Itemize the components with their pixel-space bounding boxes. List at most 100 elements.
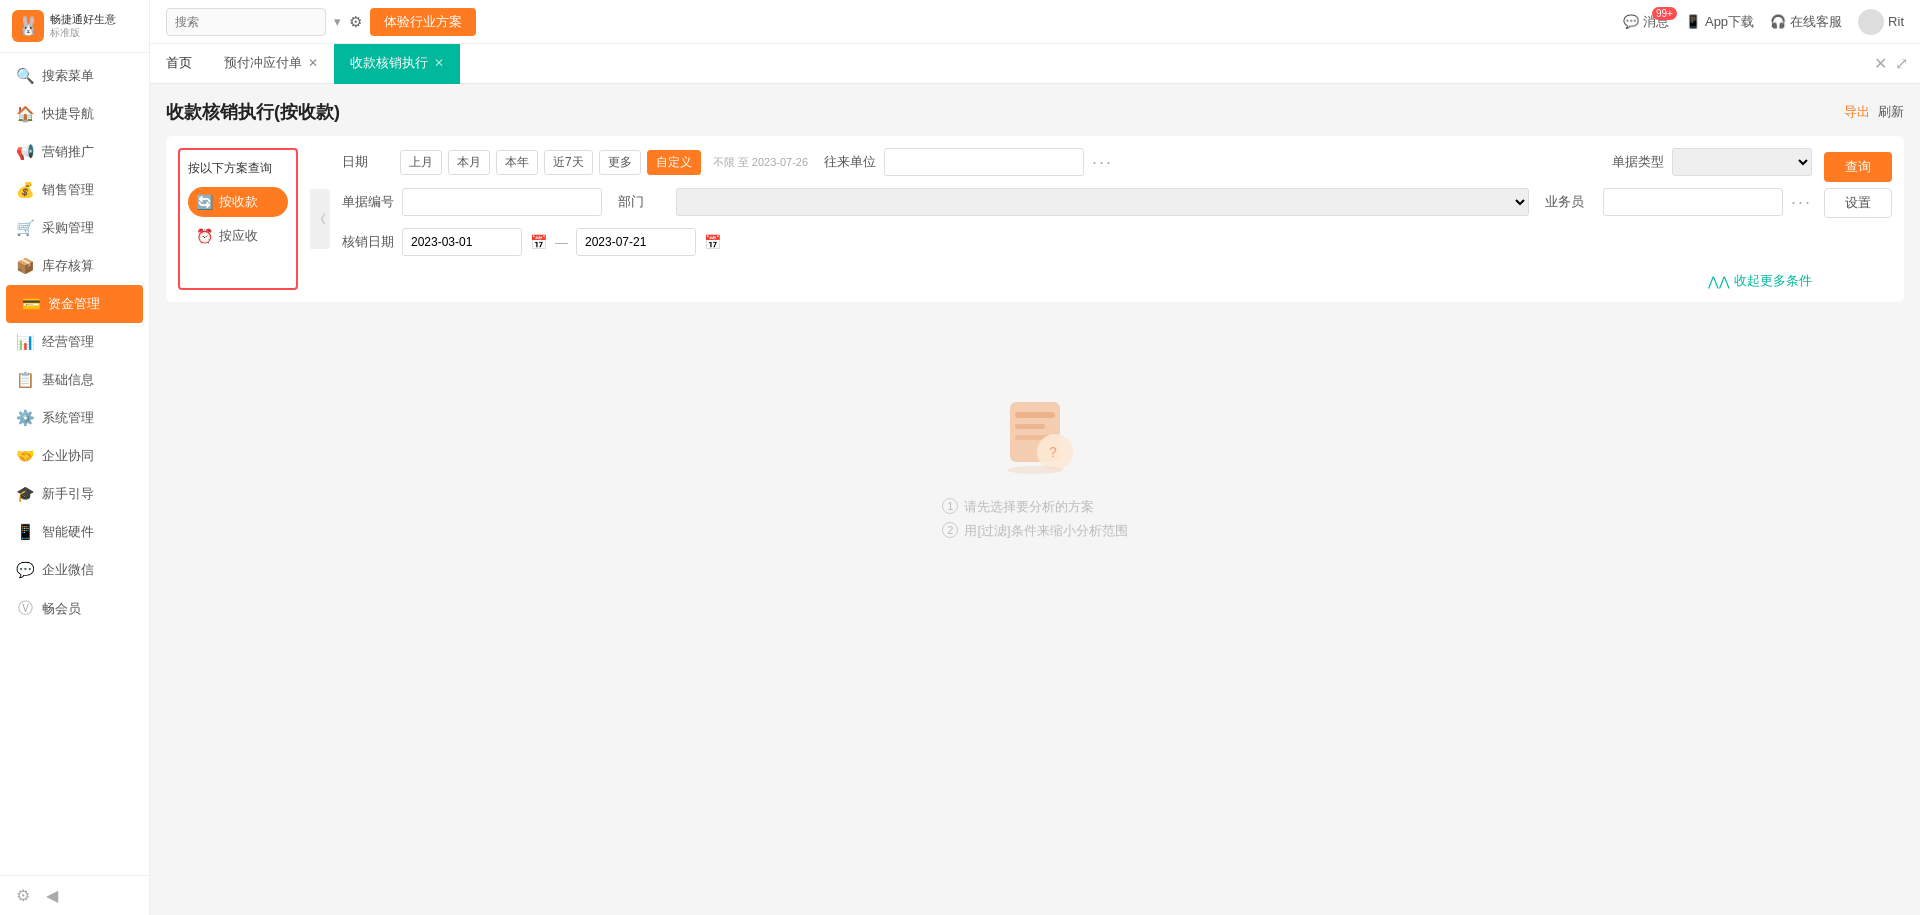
filter-option-by-receivable[interactable]: ⏰ 按应收 — [188, 221, 288, 251]
sidebar-item-label: 搜索菜单 — [42, 67, 94, 85]
date-last-month-btn[interactable]: 上月 — [400, 150, 442, 175]
tabbar: 首页 预付冲应付单 ✕ 收款核销执行 ✕ ✕ ⤢ — [150, 44, 1920, 84]
svg-point-6 — [1007, 466, 1063, 474]
app-download-btn[interactable]: 📱 App下载 — [1685, 13, 1754, 31]
staff-input[interactable] — [1603, 188, 1783, 216]
sidebar-item-sales[interactable]: 💰销售管理 — [0, 171, 149, 209]
sidebar-item-hardware[interactable]: 📱智能硬件 — [0, 513, 149, 551]
filter-option-collection-label: 按收款 — [219, 193, 258, 211]
tab-close-all-icon[interactable]: ✕ — [1874, 54, 1887, 73]
tab-prepay-close-icon[interactable]: ✕ — [308, 56, 318, 70]
date-separator: — — [555, 235, 568, 250]
filter-row-3: 核销日期 📅 — 📅 — [342, 228, 1812, 256]
gear-icon[interactable]: ⚙ — [349, 13, 362, 31]
doctype-label: 单据类型 — [1612, 153, 1664, 171]
tab-expand-icon[interactable]: ⤢ — [1895, 54, 1908, 73]
filter-option-by-collection[interactable]: 🔄 按收款 — [188, 187, 288, 217]
verify-date-start-calendar-icon[interactable]: 📅 — [530, 234, 547, 250]
dept-select[interactable] — [676, 188, 1529, 216]
filter-form-area: 日期 上月 本月 本年 近7天 更多 自定义 不限 至 2023-07-26 — [342, 148, 1892, 290]
date-more-btn[interactable]: 更多 — [599, 150, 641, 175]
refresh-btn[interactable]: 刷新 — [1878, 103, 1904, 121]
filter-verify-date-field: 核销日期 📅 — 📅 — [342, 228, 721, 256]
settings-bottom-icon[interactable]: ⚙ — [16, 886, 30, 905]
sidebar: 🐰 畅捷通好生意 标准版 🔍搜索菜单🏠快捷导航📢营销推广💰销售管理🛒采购管理📦库… — [0, 0, 150, 915]
search-icon: 🔍 — [16, 67, 34, 85]
sidebar-item-guide[interactable]: 🎓 新手引导 — [0, 475, 149, 513]
user-avatar-area[interactable]: Rit — [1858, 9, 1904, 35]
filter-sidebar-title: 按以下方案查询 — [188, 160, 288, 177]
staff-dots-icon[interactable]: ··· — [1791, 192, 1812, 213]
tip-text-1: 请先选择要分析的方案 — [964, 498, 1094, 516]
sidebar-item-label: 营销推广 — [42, 143, 94, 161]
date-this-month-btn[interactable]: 本月 — [448, 150, 490, 175]
empty-tip-2: 2 用[过滤]条件来缩小分析范围 — [942, 522, 1127, 540]
industry-btn[interactable]: 体验行业方案 — [370, 8, 476, 36]
sidebar-item-label: 畅会员 — [42, 600, 81, 618]
sidebar-item-label: 快捷导航 — [42, 105, 94, 123]
tab-collection-label: 收款核销执行 — [350, 54, 428, 72]
sidebar-item-member[interactable]: Ⓥ 畅会员 — [0, 589, 149, 628]
doctype-select[interactable] — [1672, 148, 1812, 176]
tab-home[interactable]: 首页 — [150, 44, 208, 84]
online-service-btn[interactable]: 🎧 在线客服 — [1770, 13, 1842, 31]
purchase-icon: 🛒 — [16, 219, 34, 237]
sidebar-item-label: 资金管理 — [48, 295, 100, 313]
tab-prepay[interactable]: 预付冲应付单 ✕ — [208, 44, 334, 84]
date-7days-btn[interactable]: 近7天 — [544, 150, 593, 175]
verify-date-end-input[interactable] — [576, 228, 696, 256]
sidebar-item-search[interactable]: 🔍 搜索菜单 — [0, 57, 149, 95]
guide-icon: 🎓 — [16, 485, 34, 503]
page-header: 收款核销执行(按收款) 导出 刷新 — [166, 100, 1904, 124]
sidebar-item-biz[interactable]: 📊经营管理 — [0, 323, 149, 361]
tab-collection-close-icon[interactable]: ✕ — [434, 56, 444, 70]
sidebar-item-wechat[interactable]: 💬企业微信 — [0, 551, 149, 589]
sidebar-item-label: 新手引导 — [42, 485, 94, 503]
avatar — [1858, 9, 1884, 35]
sidebar-item-label: 经营管理 — [42, 333, 94, 351]
topbar-search-input[interactable] — [166, 8, 326, 36]
empty-tip-1: 1 请先选择要分析的方案 — [942, 498, 1127, 516]
service-label: 在线客服 — [1790, 13, 1842, 31]
chevron-down-icon[interactable]: ▾ — [334, 14, 341, 29]
party-input[interactable] — [884, 148, 1084, 176]
tabbar-actions: ✕ ⤢ — [1874, 54, 1920, 73]
sidebar-item-corp[interactable]: 🤝企业协同 — [0, 437, 149, 475]
topbar: ▾ ⚙ 体验行业方案 💬 消息 99+ 📱 App下载 🎧 在线客服 Rit — [150, 0, 1920, 44]
logo-icon: 🐰 — [12, 10, 44, 42]
docno-input[interactable] — [402, 188, 602, 216]
sidebar-item-shortcut[interactable]: 🏠快捷导航 — [0, 95, 149, 133]
filter-collapse-btn[interactable]: 《 — [310, 189, 330, 249]
verify-date-end-calendar-icon[interactable]: 📅 — [704, 234, 721, 250]
sidebar-item-system[interactable]: ⚙️系统管理 — [0, 399, 149, 437]
tab-collection[interactable]: 收款核销执行 ✕ — [334, 44, 460, 84]
message-icon-area[interactable]: 💬 消息 99+ — [1623, 13, 1669, 31]
sidebar-item-label: 企业微信 — [42, 561, 94, 579]
page-content: 收款核销执行(按收款) 导出 刷新 按以下方案查询 🔄 按收款 ⏰ 按应收 — [150, 84, 1920, 915]
finance-icon: 💳 — [22, 295, 40, 313]
filter-form: 日期 上月 本月 本年 近7天 更多 自定义 不限 至 2023-07-26 — [342, 148, 1812, 290]
date-custom-btn[interactable]: 自定义 — [647, 150, 701, 175]
filter-panel: 按以下方案查询 🔄 按收款 ⏰ 按应收 《 — [166, 136, 1904, 302]
verify-date-start-input[interactable] — [402, 228, 522, 256]
export-btn[interactable]: 导出 — [1844, 103, 1870, 121]
sidebar-nav: 🔍 搜索菜单 🏠快捷导航 📢 营销推广 💰销售管理🛒采购管理📦库存核算 💳 资金管理 📊经营管理… — [0, 53, 149, 875]
member-icon: Ⓥ — [16, 599, 34, 618]
sidebar-item-inventory[interactable]: 📦库存核算 — [0, 247, 149, 285]
settings-btn[interactable]: 设置 — [1824, 188, 1892, 218]
sidebar-item-finance[interactable]: 💳 资金管理 — [6, 285, 143, 323]
query-btn[interactable]: 查询 — [1824, 152, 1892, 182]
filter-staff-field: 业务员 ··· — [1545, 188, 1812, 216]
date-btn-group: 上月 本月 本年 近7天 更多 自定义 — [400, 150, 701, 175]
sidebar-item-base[interactable]: 📋基础信息 — [0, 361, 149, 399]
date-this-year-btn[interactable]: 本年 — [496, 150, 538, 175]
collapse-bottom-icon[interactable]: ◀ — [46, 886, 58, 905]
party-label: 往来单位 — [824, 153, 876, 171]
sidebar-item-label: 销售管理 — [42, 181, 94, 199]
page-header-actions: 导出 刷新 — [1844, 103, 1904, 121]
marketing-icon: 📢 — [16, 143, 34, 161]
sidebar-item-marketing[interactable]: 📢 营销推广 — [0, 133, 149, 171]
party-dots-icon[interactable]: ··· — [1092, 152, 1113, 173]
more-conditions-btn[interactable]: ⋀⋀ 收起更多条件 — [1708, 272, 1812, 290]
sidebar-item-purchase[interactable]: 🛒采购管理 — [0, 209, 149, 247]
